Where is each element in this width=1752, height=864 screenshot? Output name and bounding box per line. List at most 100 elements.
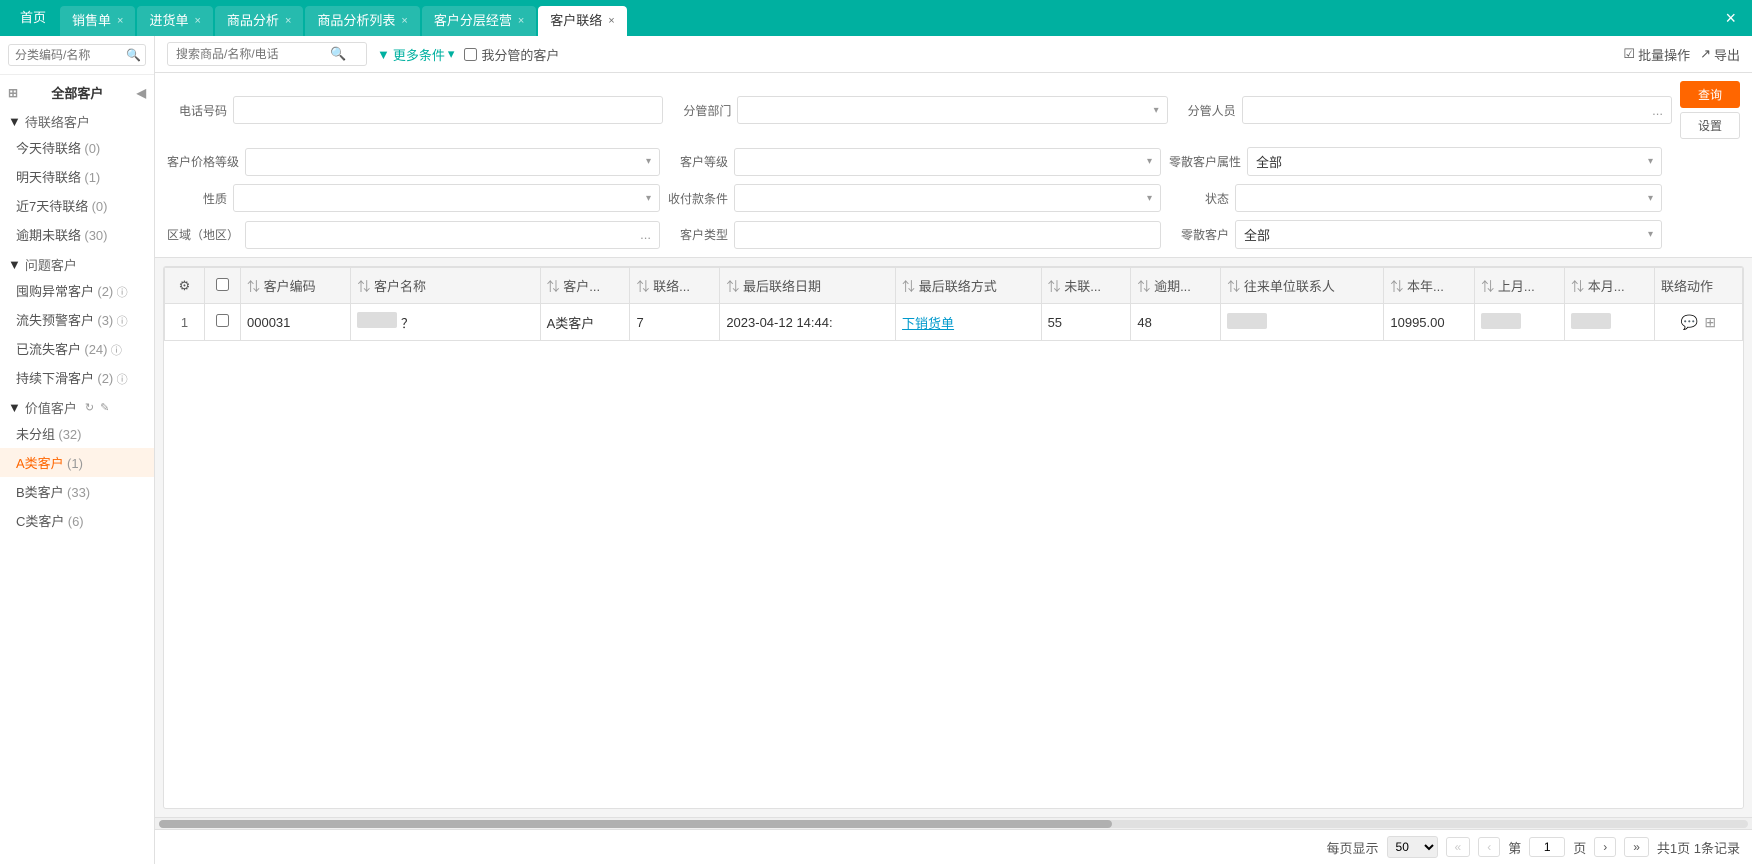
dots-icon: ... — [640, 227, 651, 242]
nature-label: 性质 — [167, 190, 227, 207]
close-icon[interactable]: × — [608, 6, 614, 36]
sidebar-item-today-pending[interactable]: 今天待联络 (0) — [0, 133, 154, 162]
chat-icon[interactable]: 💬 — [1681, 314, 1698, 331]
chevron-down-icon: ▾ — [1147, 156, 1152, 167]
first-page-button[interactable]: « — [1446, 837, 1471, 857]
close-icon[interactable]: × — [194, 6, 200, 36]
tab-purchase-order[interactable]: 进货单 × — [137, 6, 212, 36]
page-number-input[interactable] — [1529, 837, 1565, 857]
sidebar-group-problem[interactable]: ▼ 问题客户 — [0, 249, 154, 276]
sidebar-item-churned[interactable]: 已流失客户 (24) ⓘ — [0, 334, 154, 363]
my-customers-checkbox-container[interactable]: 我分管的客户 — [464, 45, 559, 64]
sidebar-group-value[interactable]: ▼ 价值客户 ↻ ✎ — [0, 392, 154, 419]
gear-icon[interactable]: ⚙ — [179, 278, 191, 293]
tab-product-analysis-list[interactable]: 商品分析列表 × — [305, 6, 419, 36]
edit-icon[interactable]: ✎ — [100, 401, 109, 414]
sidebar-all-customers[interactable]: ⊞ 全部客户 ◀ — [0, 75, 154, 106]
close-all-button[interactable]: × — [1717, 8, 1744, 29]
col-last-contact-date[interactable]: ⇅ 最后联络日期 — [720, 268, 896, 304]
sidebar-item-today-pending-label: 今天待联络 — [16, 141, 81, 156]
region-input[interactable]: ... — [245, 221, 660, 249]
more-conditions-label: 更多条件 — [393, 45, 445, 64]
manager-input[interactable]: ... — [1242, 96, 1672, 124]
tab-customer-contact[interactable]: 客户联络 × — [538, 6, 626, 36]
close-icon[interactable]: × — [518, 6, 524, 36]
tab-customer-segment[interactable]: 客户分层经营 × — [422, 6, 536, 36]
col-company-contact[interactable]: ⇅ 往来单位联系人 — [1221, 268, 1384, 304]
sidebar-item-overdue-pending[interactable]: 逾期未联络 (30) — [0, 220, 154, 249]
col-name[interactable]: ⇅ 客户名称 — [351, 268, 540, 304]
sidebar-item-churn-warning[interactable]: 流失预警客户 (3) ⓘ — [0, 305, 154, 334]
dept-input[interactable]: ▾ — [737, 96, 1167, 124]
sidebar-item-class-c-label: C类客户 — [16, 514, 64, 529]
row-last-month — [1475, 304, 1565, 341]
sidebar-item-class-b[interactable]: B类客户 (33) — [0, 477, 154, 506]
col-contact-count[interactable]: ⇅ 联络... — [630, 268, 720, 304]
sidebar-item-hoarding[interactable]: 囤购异常客户 (2) ⓘ — [0, 276, 154, 305]
sidebar-item-declining[interactable]: 持续下滑客户 (2) ⓘ — [0, 363, 154, 392]
col-contact-count-label: 联络... — [653, 279, 690, 294]
col-uncontacted[interactable]: ⇅ 未联... — [1041, 268, 1131, 304]
col-this-month[interactable]: ⇅ 本月... — [1565, 268, 1655, 304]
close-icon[interactable]: × — [401, 6, 407, 36]
export-button[interactable]: ↗ 导出 — [1700, 45, 1740, 64]
tab-product-analysis[interactable]: 商品分析 × — [215, 6, 303, 36]
sidebar-group-pending[interactable]: ▼ 待联络客户 — [0, 106, 154, 133]
col-gear[interactable]: ⚙ — [165, 268, 205, 304]
customer-type-input[interactable] — [734, 221, 1161, 249]
col-last-month[interactable]: ⇅ 上月... — [1475, 268, 1565, 304]
batch-ops-label: 批量操作 — [1638, 45, 1690, 64]
nature-input[interactable]: ▾ — [233, 184, 660, 212]
col-overdue[interactable]: ⇅ 逾期... — [1131, 268, 1221, 304]
payment-input[interactable]: ▾ — [734, 184, 1161, 212]
query-button[interactable]: 查询 — [1680, 81, 1740, 108]
customer-level-input[interactable]: ▾ — [734, 148, 1161, 176]
my-customers-label: 我分管的客户 — [481, 45, 559, 64]
select-all-checkbox[interactable] — [216, 278, 229, 291]
last-contact-method-link[interactable]: 下销货单 — [902, 316, 954, 331]
sidebar-item-ungrouped[interactable]: 未分组 (32) — [0, 419, 154, 448]
sidebar-item-7day-pending[interactable]: 近7天待联络 (0) — [0, 191, 154, 220]
close-icon[interactable]: × — [117, 6, 123, 36]
batch-ops-button[interactable]: ☑ 批量操作 — [1623, 45, 1690, 64]
row-overdue: 48 — [1131, 304, 1221, 341]
home-tab[interactable]: 首页 — [8, 0, 58, 36]
grid-icon[interactable]: ⊞ — [1704, 314, 1716, 331]
company-contact-redacted — [1227, 313, 1267, 329]
horizontal-scrollbar[interactable] — [155, 817, 1752, 829]
last-page-button[interactable]: » — [1624, 837, 1649, 857]
settings-button[interactable]: 设置 — [1680, 112, 1740, 139]
col-type[interactable]: ⇅ 客户... — [540, 268, 630, 304]
main-search-input[interactable] — [176, 47, 326, 61]
scrollbar-track — [159, 820, 1748, 828]
col-code[interactable]: ⇅ 客户编码 — [241, 268, 351, 304]
chevron-down-icon: ▾ — [1648, 156, 1653, 167]
sidebar-item-class-a[interactable]: A类客户 (1) — [0, 448, 154, 477]
retail-customer-input[interactable]: 全部 ▾ — [1235, 220, 1662, 249]
sidebar-item-overdue-pending-badge: (30) — [84, 228, 107, 243]
scrollbar-thumb[interactable] — [159, 820, 1112, 828]
col-action-label: 联络动作 — [1661, 279, 1713, 294]
col-sort-icon: ⇅ — [357, 279, 370, 294]
close-icon[interactable]: × — [285, 6, 291, 36]
chevron-down-icon: ▾ — [1154, 105, 1159, 116]
next-page-button[interactable]: › — [1594, 837, 1616, 857]
phone-input[interactable] — [233, 96, 663, 124]
prev-page-button[interactable]: ‹ — [1478, 837, 1500, 857]
sidebar-item-tomorrow-pending[interactable]: 明天待联络 (1) — [0, 162, 154, 191]
col-last-contact-method[interactable]: ⇅ 最后联络方式 — [896, 268, 1042, 304]
sidebar-item-class-c[interactable]: C类客户 (6) — [0, 506, 154, 535]
col-this-year[interactable]: ⇅ 本年... — [1384, 268, 1475, 304]
export-icon: ↗ — [1700, 46, 1711, 62]
page-size-select[interactable]: 50 100 200 — [1387, 836, 1438, 858]
sidebar-item-class-a-badge: (1) — [67, 456, 83, 471]
data-table: ⚙ ⇅ 客户编码 ⇅ 客户名称 — [164, 267, 1743, 341]
refresh-icon[interactable]: ↻ — [85, 401, 94, 414]
retail-attr-input[interactable]: 全部 ▾ — [1247, 147, 1662, 176]
more-conditions-button[interactable]: ▼ 更多条件 ▾ — [377, 45, 454, 64]
tab-sales-order[interactable]: 销售单 × — [60, 6, 135, 36]
status-input[interactable]: ▾ — [1235, 184, 1662, 212]
row-checkbox[interactable] — [216, 314, 229, 327]
price-level-input[interactable]: ▾ — [245, 148, 660, 176]
my-customers-checkbox[interactable] — [464, 48, 477, 61]
